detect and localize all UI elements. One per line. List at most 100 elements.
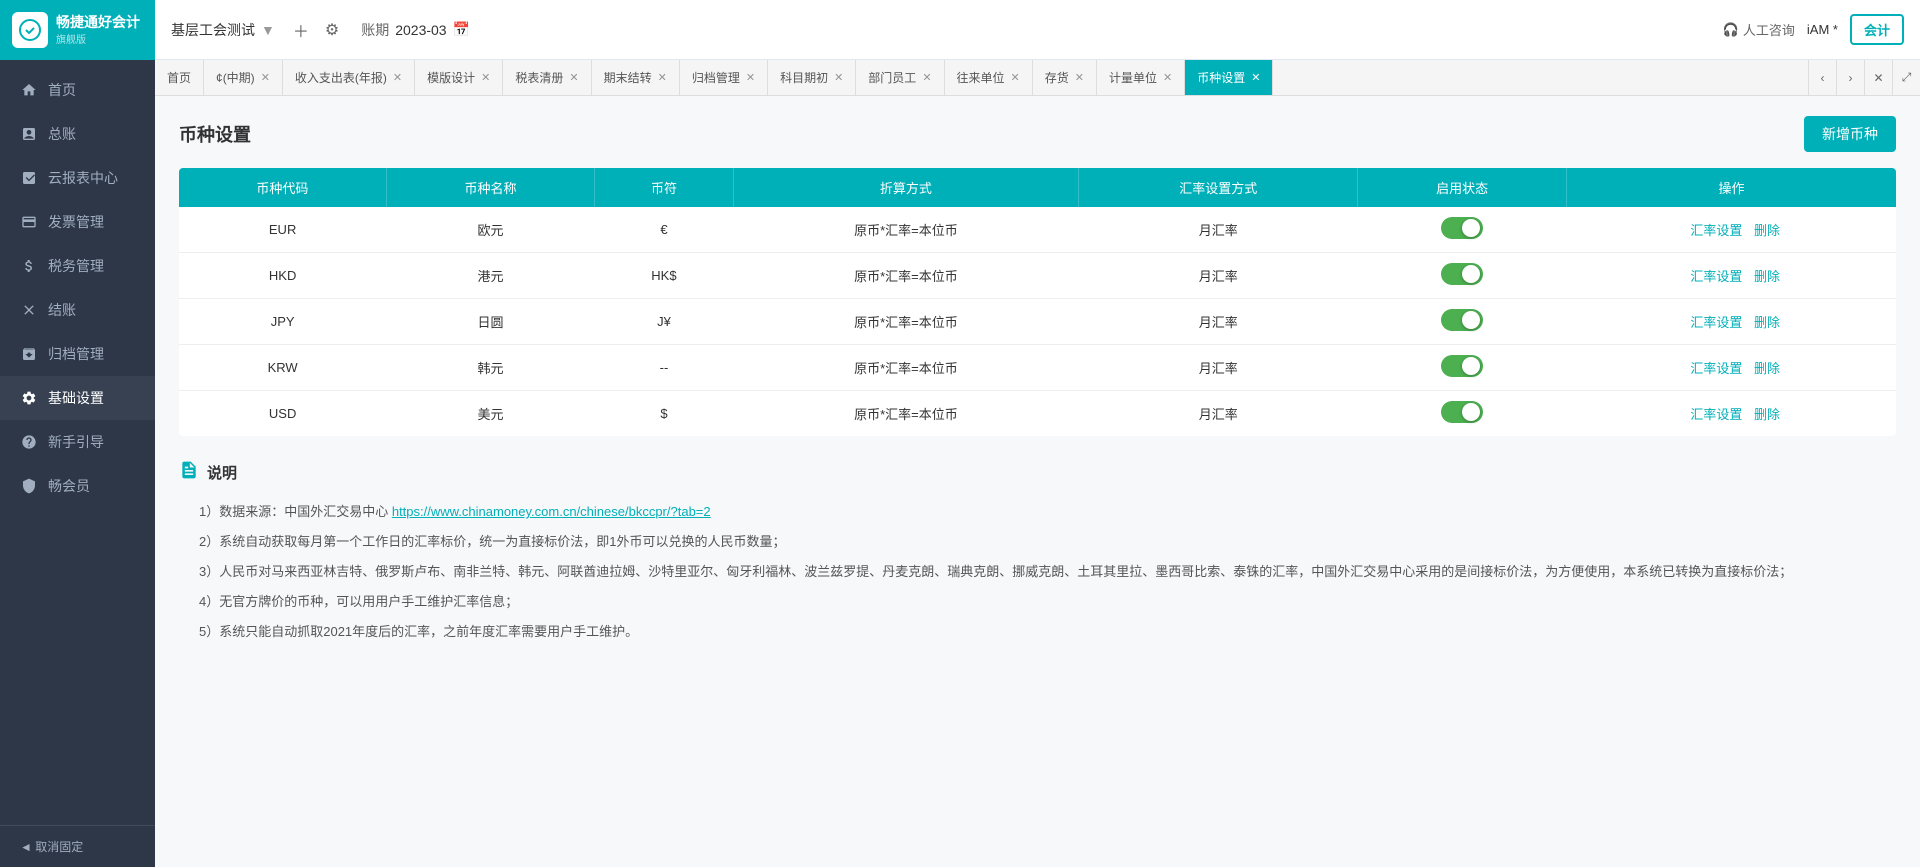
delete-link-2[interactable]: 删除 [1754,315,1780,330]
cell-code-3: KRW [179,345,386,391]
tab-contacts-close[interactable]: ✕ [1011,71,1020,84]
tab-dept[interactable]: 部门员工 ✕ [856,60,944,96]
tab-subjects[interactable]: 科目期初 ✕ [768,60,856,96]
toggle-0[interactable] [1441,217,1483,239]
topbar: 基层工会测试 ▼ ＋ ⚙ 账期 2023-03 📅 🎧 人工咨询 iAM * 会… [155,0,1920,60]
notice-item-2: 3）人民币对马来西亚林吉特、俄罗斯卢布、南非兰特、韩元、阿联酋迪拉姆、沙特里亚尔… [179,557,1896,587]
currency-table-wrapper: 币种代码 币种名称 币符 折算方式 汇率设置方式 启用状态 操作 EUR 欧元 … [179,168,1896,436]
home-icon [20,81,38,99]
table-row: KRW 韩元 -- 原币*汇率=本位币 月汇率 汇率设置 删除 [179,345,1896,391]
cell-rate-method-2: 月汇率 [1079,299,1358,345]
iam-label[interactable]: iAM * [1807,22,1838,37]
sidebar-item-guide-label: 新手引导 [48,432,104,452]
sidebar: 畅捷通好会计 旗舰版 首页 总账 云报表中心 [0,0,155,867]
new-currency-button[interactable]: 新增币种 [1804,116,1896,152]
sidebar-item-guide[interactable]: 新手引导 [0,420,155,464]
page-title-text: 币种设置 [179,121,251,147]
sidebar-item-ledger[interactable]: 总账 [0,112,155,156]
tab-dept-close[interactable]: ✕ [922,71,931,84]
sidebar-nav: 首页 总账 云报表中心 发票管理 税务管理 [0,60,155,825]
cell-symbol-4: $ [595,391,733,437]
rate-setting-link-4[interactable]: 汇率设置 [1690,407,1742,422]
cell-code-4: USD [179,391,386,437]
tab-currency[interactable]: 币种设置 ✕ [1185,60,1273,96]
toggle-3[interactable] [1441,355,1483,377]
tab-tax[interactable]: 税表清册 ✕ [503,60,591,96]
tabbar: 首页 ¢(中期) ✕ 收入支出表(年报) ✕ 模版设计 ✕ 税表清册 ✕ 期末结… [155,60,1920,96]
tab-tax-close[interactable]: ✕ [569,71,578,84]
table-row: HKD 港元 HK$ 原币*汇率=本位币 月汇率 汇率设置 删除 [179,253,1896,299]
sidebar-item-archive-label: 归档管理 [48,344,104,364]
sidebar-item-checkout-label: 结账 [48,300,76,320]
toggle-2[interactable] [1441,309,1483,331]
tab-close-all-button[interactable]: ✕ [1864,60,1892,96]
company-arrow-icon[interactable]: ▼ [261,22,275,38]
toggle-1[interactable] [1441,263,1483,285]
tab-units[interactable]: 计量单位 ✕ [1097,60,1185,96]
rate-setting-link-3[interactable]: 汇率设置 [1690,361,1742,376]
cell-calc-3: 原币*汇率=本位币 [733,345,1079,391]
service-button[interactable]: 🎧 人工咨询 [1723,20,1795,39]
sidebar-item-reports[interactable]: 云报表中心 [0,156,155,200]
tab-currency-close[interactable]: ✕ [1251,71,1260,84]
tab-template[interactable]: 模版设计 ✕ [415,60,503,96]
tab-next-button[interactable]: › [1836,60,1864,96]
sidebar-item-ledger-label: 总账 [48,124,76,144]
tab-home[interactable]: 首页 [155,60,204,96]
delete-link-0[interactable]: 删除 [1754,223,1780,238]
sidebar-toggle[interactable]: ◄ 取消固定 [0,825,155,867]
delete-link-4[interactable]: 删除 [1754,407,1780,422]
rate-setting-link-0[interactable]: 汇率设置 [1690,223,1742,238]
sidebar-item-archive[interactable]: 归档管理 [0,332,155,376]
notice-title-text: 说明 [207,462,237,483]
settings-icon[interactable]: ⚙ [321,16,343,44]
tab-contacts[interactable]: 往来单位 ✕ [945,60,1033,96]
tab-template-close[interactable]: ✕ [481,71,490,84]
tab-income-close[interactable]: ✕ [393,71,402,84]
sidebar-item-checkout[interactable]: 结账 [0,288,155,332]
notice-section: 说明 1）数据来源：中国外汇交易中心 https://www.chinamone… [179,460,1896,647]
tab-units-close[interactable]: ✕ [1163,71,1172,84]
cell-name-4: 美元 [386,391,595,437]
calendar-icon[interactable]: 📅 [453,21,470,38]
tab-period-close[interactable]: ✕ [261,71,270,84]
tab-archive-close[interactable]: ✕ [746,71,755,84]
sidebar-item-invoice[interactable]: 发票管理 [0,200,155,244]
tab-inventory-close[interactable]: ✕ [1075,71,1084,84]
toggle-4[interactable] [1441,401,1483,423]
tab-income[interactable]: 收入支出表(年报) ✕ [283,60,415,96]
notice-link[interactable]: https://www.chinamoney.com.cn/chinese/bk… [392,504,711,519]
delete-link-3[interactable]: 删除 [1754,361,1780,376]
tab-period[interactable]: ¢(中期) ✕ [204,60,283,96]
tab-period-end-close[interactable]: ✕ [658,71,667,84]
delete-link-1[interactable]: 删除 [1754,269,1780,284]
tab-inventory[interactable]: 存货 ✕ [1033,60,1097,96]
reports-icon [20,169,38,187]
topbar-period: 账期 2023-03 📅 [361,20,470,40]
user-role-button[interactable]: 会计 [1850,14,1904,45]
sidebar-item-home[interactable]: 首页 [0,68,155,112]
service-label: 人工咨询 [1743,20,1795,39]
sidebar-item-tax[interactable]: 税务管理 [0,244,155,288]
invoice-icon [20,213,38,231]
tab-prev-button[interactable]: ‹ [1808,60,1836,96]
notice-icon [179,460,199,485]
tab-subjects-close[interactable]: ✕ [834,71,843,84]
cell-rate-method-3: 月汇率 [1079,345,1358,391]
tab-expand-button[interactable]: ⤢ [1892,60,1920,96]
headset-icon: 🎧 [1723,22,1739,38]
rate-setting-link-1[interactable]: 汇率设置 [1690,269,1742,284]
tab-period-end[interactable]: 期末结转 ✕ [592,60,680,96]
add-button[interactable]: ＋ [289,14,313,46]
cell-enabled-0 [1358,207,1567,253]
cell-action-0: 汇率设置 删除 [1566,207,1896,253]
sidebar-item-member[interactable]: 畅会员 [0,464,155,508]
cell-action-3: 汇率设置 删除 [1566,345,1896,391]
rate-setting-link-2[interactable]: 汇率设置 [1690,315,1742,330]
cell-symbol-0: € [595,207,733,253]
sidebar-item-settings[interactable]: 基础设置 [0,376,155,420]
tab-archive[interactable]: 归档管理 ✕ [680,60,768,96]
tab-period-end-label: 期末结转 [604,69,652,86]
col-symbol: 币符 [595,168,733,207]
tab-income-label: 收入支出表(年报) [295,69,387,86]
